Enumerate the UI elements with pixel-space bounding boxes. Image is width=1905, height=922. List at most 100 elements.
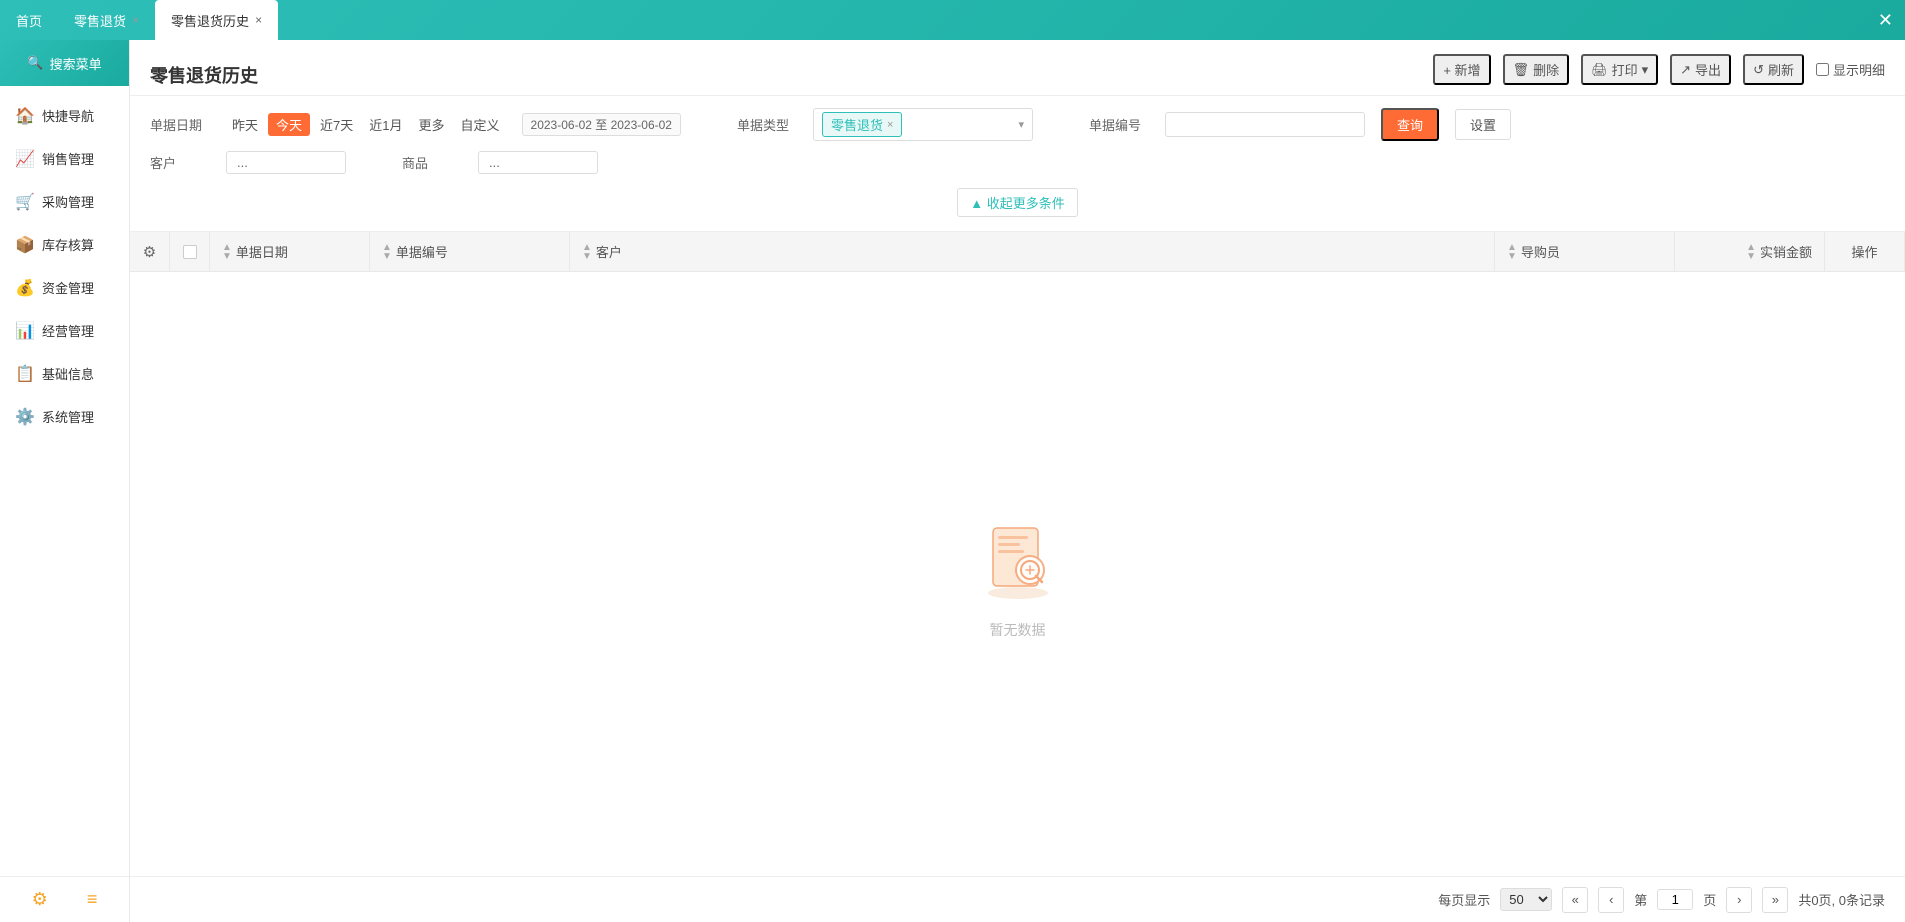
empty-state-icon <box>968 508 1068 608</box>
doc-type-tag-close[interactable]: × <box>887 119 893 131</box>
finance-icon: 💰 <box>16 279 34 297</box>
display-detail-input[interactable] <box>1816 63 1829 76</box>
sidebar-bottom: ⚙ ≡ <box>0 876 129 922</box>
toolbar: + 新增 🗑 删除 🖨 打印 ▾ ↗ 导出 ↺ 刷新 <box>1433 54 1885 95</box>
search-icon: 🔍 <box>27 55 43 71</box>
date-opt-yesterday[interactable]: 昨天 <box>226 113 264 136</box>
window-close-button[interactable]: ✕ <box>1866 10 1905 31</box>
empty-state: 暂无数据 <box>130 272 1905 876</box>
date-opt-last1month[interactable]: 近1月 <box>363 113 408 136</box>
sales-icon: 📈 <box>16 150 34 168</box>
refresh-icon: ↺ <box>1753 62 1764 78</box>
top-bar: 首页 零售退货 × 零售退货历史 × ✕ <box>0 0 1905 40</box>
collapse-button[interactable]: ▲ 收起更多条件 <box>957 188 1077 217</box>
date-opt-more[interactable]: 更多 <box>413 113 451 136</box>
new-button[interactable]: + 新增 <box>1433 54 1490 85</box>
th-sort-icon-date: ▲▼ <box>222 243 232 261</box>
sidebar-item-finance[interactable]: 💰 资金管理 <box>0 266 129 309</box>
page-header: 零售退货历史 + 新增 🗑 删除 🖨 打印 ▾ ↗ 导出 <box>130 40 1905 96</box>
delete-button-label: 删除 <box>1533 60 1559 79</box>
date-opt-last7[interactable]: 近7天 <box>314 113 359 136</box>
tab-retail-return-close[interactable]: × <box>132 13 139 27</box>
first-page-button[interactable]: « <box>1562 887 1588 913</box>
next-page-button[interactable]: › <box>1726 887 1752 913</box>
goods-ellipsis: ... <box>489 155 500 170</box>
content-area: 零售退货历史 + 新增 🗑 删除 🖨 打印 ▾ ↗ 导出 <box>130 40 1905 922</box>
date-opt-today[interactable]: 今天 <box>268 113 310 136</box>
sidebar-menu-button[interactable]: ≡ <box>87 889 98 910</box>
per-page-select[interactable]: 50 10 20 100 <box>1500 888 1552 911</box>
refresh-button[interactable]: ↺ 刷新 <box>1743 54 1804 85</box>
th-sort-icon-number: ▲▼ <box>382 243 392 261</box>
sidebar-item-sales[interactable]: 📈 销售管理 <box>0 137 129 180</box>
sidebar-item-inventory[interactable]: 📦 库存核算 <box>0 223 129 266</box>
page-title: 零售退货历史 <box>150 62 258 88</box>
filter-settings-button[interactable]: 设置 <box>1455 109 1511 140</box>
date-options: 昨天 今天 近7天 近1月 更多 自定义 <box>226 113 506 136</box>
sidebar-search-label: 搜索菜单 <box>50 54 102 73</box>
doc-type-tag-value: 零售退货 <box>831 115 883 134</box>
sidebar-item-quick-nav[interactable]: 🏠 快捷导航 <box>0 94 129 137</box>
sidebar-item-system[interactable]: ⚙️ 系统管理 <box>0 395 129 438</box>
table-settings-icon[interactable]: ⚙ <box>143 243 156 261</box>
table-header: ⚙ ▲▼ 单据日期 ▲▼ 单据编号 ▲▼ 客户 ▲▼ <box>130 232 1905 272</box>
doc-type-filter-label: 单据类型 <box>737 115 797 134</box>
sidebar-item-basic-info-label: 基础信息 <box>42 364 94 383</box>
page-unit: 页 <box>1703 890 1716 909</box>
print-button[interactable]: 🖨 打印 ▾ <box>1581 54 1658 85</box>
export-icon: ↗ <box>1680 62 1691 78</box>
display-detail-checkbox[interactable]: 显示明细 <box>1816 60 1885 79</box>
sidebar: 🔍 搜索菜单 🏠 快捷导航 📈 销售管理 🛒 采购管理 📦 库存核算 💰 <box>0 40 130 922</box>
export-button[interactable]: ↗ 导出 <box>1670 54 1731 85</box>
sidebar-settings-button[interactable]: ⚙ <box>32 889 48 910</box>
date-opt-custom[interactable]: 自定义 <box>455 113 506 136</box>
tab-retail-return[interactable]: 零售退货 × <box>58 0 155 40</box>
sidebar-item-sales-label: 销售管理 <box>42 149 94 168</box>
th-action-label: 操作 <box>1851 242 1877 261</box>
tab-home[interactable]: 首页 <box>0 0 58 40</box>
delete-button[interactable]: 🗑 删除 <box>1503 54 1570 85</box>
quick-nav-icon: 🏠 <box>16 107 34 125</box>
th-checkbox[interactable] <box>170 232 210 271</box>
sidebar-search[interactable]: 🔍 搜索菜单 <box>0 40 129 86</box>
select-all-checkbox[interactable] <box>183 245 197 259</box>
table-section: ⚙ ▲▼ 单据日期 ▲▼ 单据编号 ▲▼ 客户 ▲▼ <box>130 232 1905 876</box>
doc-number-filter-label: 单据编号 <box>1089 115 1149 134</box>
page-number-input[interactable] <box>1657 889 1693 910</box>
goods-input[interactable]: ... <box>478 151 598 174</box>
date-range-value[interactable]: 2023-06-02 至 2023-06-02 <box>522 113 681 136</box>
prev-page-button[interactable]: ‹ <box>1598 887 1624 913</box>
sidebar-item-quick-nav-label: 快捷导航 <box>42 106 94 125</box>
doc-number-input[interactable] <box>1165 112 1365 137</box>
pagination-bar: 每页显示 50 10 20 100 « ‹ 第 页 › » 共0页, 0条记录 <box>130 876 1905 922</box>
page-label: 第 <box>1634 890 1647 909</box>
sidebar-item-finance-label: 资金管理 <box>42 278 94 297</box>
filter-section: 单据日期 昨天 今天 近7天 近1月 更多 自定义 2023-06-02 至 2… <box>130 96 1905 232</box>
display-detail-label: 显示明细 <box>1833 60 1885 79</box>
query-button[interactable]: 查询 <box>1381 108 1439 141</box>
sidebar-item-system-label: 系统管理 <box>42 407 94 426</box>
tab-retail-return-history[interactable]: 零售退货历史 × <box>155 0 278 40</box>
th-sort-icon-customer: ▲▼ <box>582 243 592 261</box>
tab-retail-return-history-close[interactable]: × <box>255 13 262 27</box>
th-number: ▲▼ 单据编号 <box>370 232 570 271</box>
th-date: ▲▼ 单据日期 <box>210 232 370 271</box>
delete-icon: 🗑 <box>1513 62 1530 78</box>
sidebar-item-operations[interactable]: 📊 经营管理 <box>0 309 129 352</box>
th-number-label: 单据编号 <box>396 242 448 261</box>
inventory-icon: 📦 <box>16 236 34 254</box>
tab-home-label: 首页 <box>16 11 42 30</box>
customer-filter-label: 客户 <box>150 153 210 172</box>
refresh-button-label: 刷新 <box>1768 60 1794 79</box>
th-amount: ▲▼ 实销金额 <box>1675 232 1825 271</box>
sidebar-nav: 🏠 快捷导航 📈 销售管理 🛒 采购管理 📦 库存核算 💰 资金管理 📊 <box>0 86 129 876</box>
th-customer-label: 客户 <box>596 242 622 261</box>
customer-input[interactable]: ... <box>226 151 346 174</box>
doc-type-chevron-icon: ▾ <box>1018 118 1024 131</box>
sidebar-item-purchase[interactable]: 🛒 采购管理 <box>0 180 129 223</box>
sidebar-item-basic-info[interactable]: 📋 基础信息 <box>0 352 129 395</box>
th-settings[interactable]: ⚙ <box>130 232 170 271</box>
last-page-button[interactable]: » <box>1762 887 1788 913</box>
doc-type-selector[interactable]: 零售退货 × ▾ <box>813 108 1033 141</box>
operations-icon: 📊 <box>16 322 34 340</box>
